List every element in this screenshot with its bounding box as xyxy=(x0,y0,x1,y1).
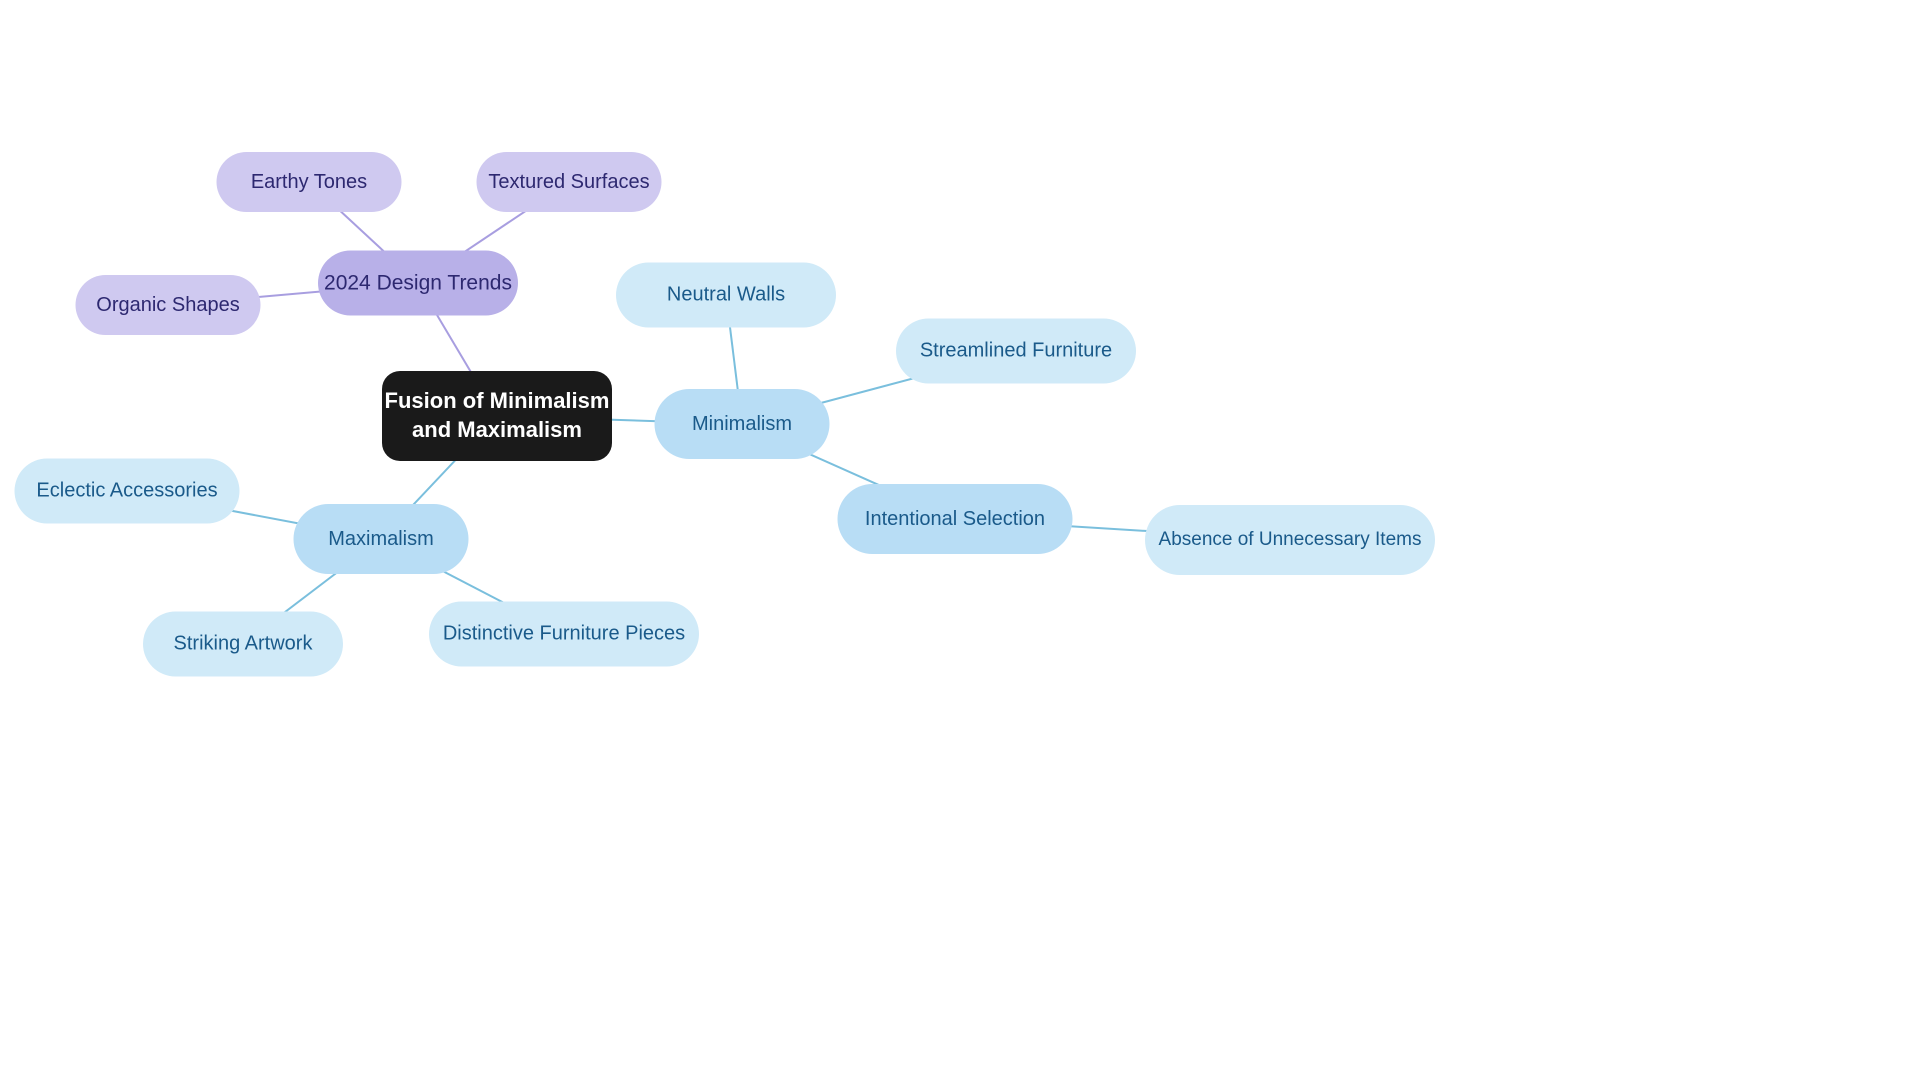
organic-shapes-node[interactable]: Organic Shapes xyxy=(76,275,261,335)
design-trends-node[interactable]: 2024 Design Trends xyxy=(318,251,518,316)
absence-node[interactable]: Absence of Unnecessary Items xyxy=(1145,505,1435,575)
maximalism-node[interactable]: Maximalism xyxy=(294,504,469,574)
minimalism-node[interactable]: Minimalism xyxy=(655,389,830,459)
striking-artwork-node[interactable]: Striking Artwork xyxy=(143,612,343,677)
intentional-selection-node[interactable]: Intentional Selection xyxy=(838,484,1073,554)
center-node[interactable]: Fusion of Minimalism and Maximalism xyxy=(382,371,612,461)
neutral-walls-node[interactable]: Neutral Walls xyxy=(616,263,836,328)
streamlined-furniture-node[interactable]: Streamlined Furniture xyxy=(896,319,1136,384)
eclectic-accessories-node[interactable]: Eclectic Accessories xyxy=(15,459,240,524)
earthy-tones-node[interactable]: Earthy Tones xyxy=(217,152,402,212)
distinctive-furniture-node[interactable]: Distinctive Furniture Pieces xyxy=(429,602,699,667)
textured-surfaces-node[interactable]: Textured Surfaces xyxy=(477,152,662,212)
